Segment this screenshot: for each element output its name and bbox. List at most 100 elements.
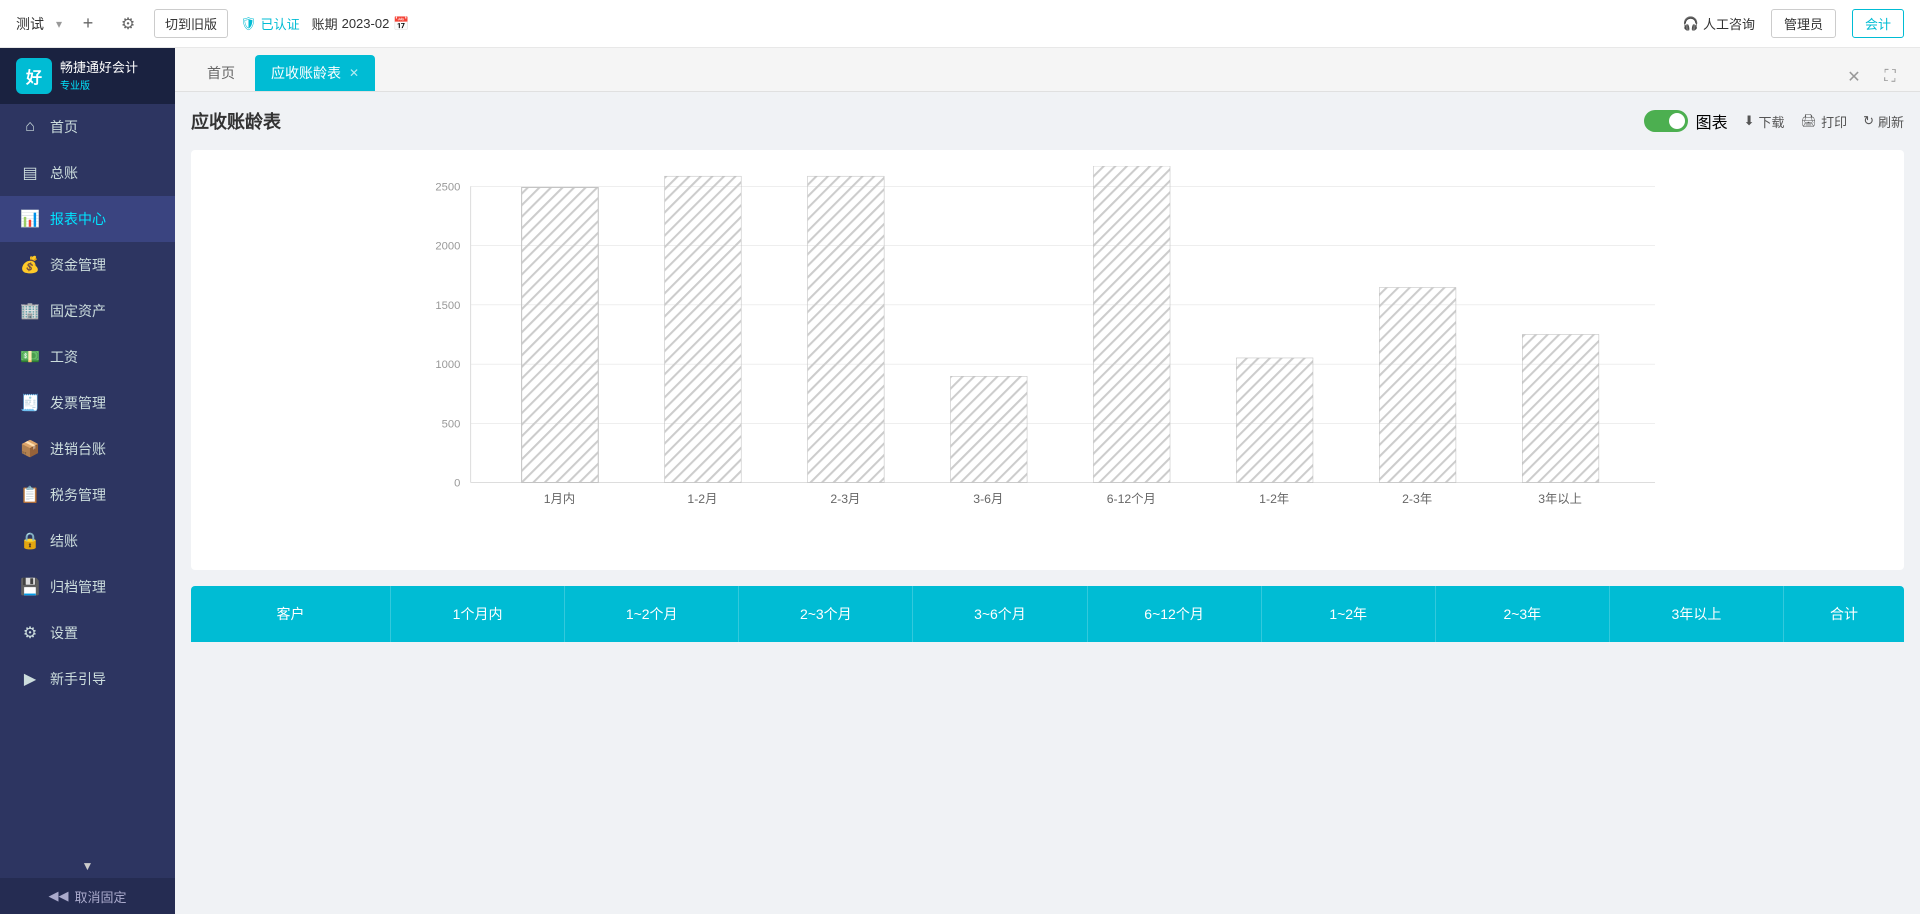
close-period-icon: 🔒 [20,531,40,551]
sidebar-item-label: 进销台账 [50,439,106,459]
svg-text:500: 500 [442,418,461,430]
period-info: 账期 2023-02 📅 [312,14,410,33]
report-icon: 📊 [20,209,40,229]
svg-text:2-3年: 2-3年 [1402,492,1432,506]
sidebar-item-invoice[interactable]: 🧾 发票管理 [0,380,175,426]
company-name[interactable]: 测试 [16,14,44,34]
sidebar-item-label: 新手引导 [50,669,106,689]
sidebar-item-guide[interactable]: ▶ 新手引导 [0,656,175,702]
archive-icon: 💾 [20,577,40,597]
sidebar-item-label: 首页 [50,117,78,137]
sidebar-item-tax[interactable]: 📋 税务管理 [0,472,175,518]
svg-text:1-2年: 1-2年 [1259,492,1289,506]
company-chevron-icon[interactable]: ▾ [56,17,62,31]
print-icon: 🖨 [1801,113,1818,129]
chart-toggle-group: 图表 [1644,109,1728,133]
headset-icon: 🎧 [1683,16,1699,32]
header-right-actions: 🎧 人工咨询 管理员 会计 [1683,9,1904,38]
sidebar-item-label: 总账 [50,163,78,183]
guide-icon: ▶ [20,669,40,689]
svg-text:0: 0 [454,478,460,490]
sidebar-item-home[interactable]: ⌂ 首页 [0,104,175,150]
home-icon: ⌂ [20,118,40,136]
support-button[interactable]: 🎧 人工咨询 [1683,14,1755,33]
fund-icon: 💰 [20,255,40,275]
sidebar-item-label: 工资 [50,347,78,367]
chart-toggle[interactable] [1644,110,1688,132]
pin-icon: ◀◀ [48,888,68,904]
page-title: 应收账龄表 [191,108,281,134]
settings-icon[interactable]: ⚙ [114,10,142,38]
sidebar-item-ledger[interactable]: ▤ 总账 [0,150,175,196]
calendar-icon[interactable]: 📅 [393,16,409,32]
sidebar-item-label: 归档管理 [50,577,106,597]
old-version-button[interactable]: 切到旧版 [154,9,228,38]
download-button[interactable]: ⬇ 下载 [1744,112,1785,131]
asset-icon: 🏢 [20,301,40,321]
sidebar-item-salary[interactable]: 💵 工资 [0,334,175,380]
page-content: 应收账龄表 图表 ⬇ 下载 🖨 打印 ↻ [175,92,1920,914]
sidebar-item-fund[interactable]: 💰 资金管理 [0,242,175,288]
print-button[interactable]: 🖨 打印 [1801,112,1848,131]
certified-badge: 🛡 已认证 [240,14,300,33]
sidebar-item-label: 发票管理 [50,393,106,413]
table-col-customer: 客户 [191,586,391,642]
sidebar-item-archive[interactable]: 💾 归档管理 [0,564,175,610]
svg-text:6-12个月: 6-12个月 [1107,492,1156,506]
tab-home[interactable]: 首页 [191,55,251,91]
sidebar-item-label: 结账 [50,531,78,551]
table-col-1-2y: 1~2年 [1262,586,1436,642]
table-col-3-6m: 3~6个月 [913,586,1087,642]
sidebar-item-inventory[interactable]: 📦 进销台账 [0,426,175,472]
accountant-button[interactable]: 会计 [1852,9,1904,38]
tab-aging[interactable]: 应收账龄表 ✕ [255,55,375,91]
admin-button[interactable]: 管理员 [1771,9,1836,38]
main-layout: 好 畅捷通好会计 专业版 ⌂ 首页 ▤ 总账 📊 报表中心 💰 资金管理 [0,48,1920,914]
tax-icon: 📋 [20,485,40,505]
download-icon: ⬇ [1744,113,1755,129]
ledger-icon: ▤ [20,163,40,183]
sidebar-item-report[interactable]: 📊 报表中心 [0,196,175,242]
sidebar-item-label: 固定资产 [50,301,106,321]
logo-text-container: 畅捷通好会计 专业版 [60,60,138,92]
sidebar: 好 畅捷通好会计 专业版 ⌂ 首页 ▤ 总账 📊 报表中心 💰 资金管理 [0,48,175,914]
table-col-6-12m: 6~12个月 [1088,586,1262,642]
add-button[interactable]: + [74,10,102,38]
close-panel-button[interactable]: ✕ [1840,63,1868,91]
sidebar-item-label: 资金管理 [50,255,106,275]
table-col-3y-plus: 3年以上 [1610,586,1784,642]
content-area: 首页 应收账龄表 ✕ ✕ ⛶ 应收账龄表 图表 [175,48,1920,914]
sidebar-logo: 好 畅捷通好会计 专业版 [0,48,175,104]
salary-icon: 💵 [20,347,40,367]
sidebar-item-close[interactable]: 🔒 结账 [0,518,175,564]
svg-text:2-3月: 2-3月 [830,492,860,506]
report-actions: 图表 ⬇ 下载 🖨 打印 ↻ 刷新 [1644,109,1904,133]
refresh-icon: ↻ [1863,113,1874,129]
invoice-icon: 🧾 [20,393,40,413]
svg-text:1月内: 1月内 [544,492,575,506]
sidebar-item-settings[interactable]: ⚙ 设置 [0,610,175,656]
svg-text:3-6月: 3-6月 [973,492,1003,506]
svg-text:2500: 2500 [435,182,460,194]
table-col-2-3y: 2~3年 [1436,586,1610,642]
sidebar-scroll-down[interactable]: ▼ [0,854,175,878]
tab-actions: ✕ ⛶ [1840,63,1904,91]
sidebar-nav: ⌂ 首页 ▤ 总账 📊 报表中心 💰 资金管理 🏢 固定资产 💵 工资 [0,104,175,854]
sidebar-item-asset[interactable]: 🏢 固定资产 [0,288,175,334]
chart-toggle-label: 图表 [1696,109,1728,133]
sidebar-item-label: 税务管理 [50,485,106,505]
shield-icon: 🛡 [240,16,257,32]
logo-icon: 好 [16,58,52,94]
refresh-button[interactable]: ↻ 刷新 [1863,112,1904,131]
svg-text:1500: 1500 [435,300,460,312]
tab-close-icon[interactable]: ✕ [349,66,359,80]
report-header: 应收账龄表 图表 ⬇ 下载 🖨 打印 ↻ [191,108,1904,134]
expand-panel-button[interactable]: ⛶ [1876,63,1904,91]
tab-bar: 首页 应收账龄表 ✕ ✕ ⛶ [175,48,1920,92]
sidebar-pin-button[interactable]: ◀◀ 取消固定 [0,878,175,914]
table-col-total: 合计 [1784,586,1904,642]
svg-text:2000: 2000 [435,241,460,253]
table-col-1-2m: 1~2个月 [565,586,739,642]
sidebar-item-label: 设置 [50,623,78,643]
settings-gear-icon: ⚙ [20,623,40,643]
